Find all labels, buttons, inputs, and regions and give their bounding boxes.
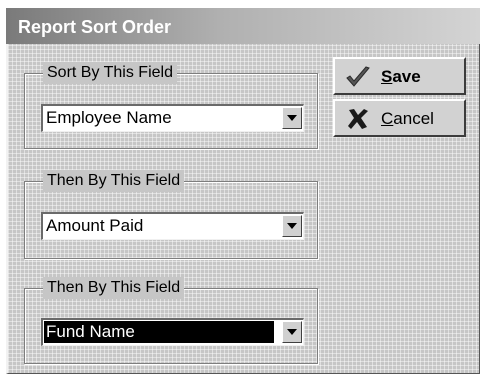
save-mnemonic: S (381, 67, 393, 86)
title-bar[interactable]: Report Sort Order (6, 8, 480, 44)
dropdown-arrow-button-3[interactable] (282, 321, 302, 343)
group-legend-1: Sort By This Field (43, 62, 177, 84)
sort-field-value-2: Amount Paid (46, 216, 144, 235)
cancel-button-label: Cancel (381, 109, 434, 129)
chevron-down-icon (287, 223, 297, 229)
chevron-down-icon (287, 115, 297, 121)
chevron-down-icon (287, 329, 297, 335)
sort-field-value-1: Employee Name (46, 108, 172, 127)
x-cancel-icon (348, 109, 368, 129)
save-button-label: Save (381, 67, 421, 87)
group-legend-2: Then By This Field (43, 170, 185, 192)
window-title: Report Sort Order (18, 17, 172, 37)
cancel-label-rest: ancel (393, 109, 434, 128)
sort-field-select-3[interactable]: Fund Name (41, 318, 304, 346)
sort-field-select-2[interactable]: Amount Paid (41, 212, 304, 240)
cancel-mnemonic: C (381, 109, 394, 128)
checkmark-icon (346, 66, 370, 87)
sort-field-value-3: Fund Name (44, 321, 274, 343)
dropdown-arrow-button-2[interactable] (282, 215, 302, 237)
save-button[interactable]: Save (333, 57, 466, 95)
cancel-button[interactable]: Cancel (333, 99, 466, 137)
save-label-rest: ave (392, 67, 421, 86)
sort-field-select-1[interactable]: Employee Name (41, 104, 304, 132)
dropdown-arrow-button-1[interactable] (282, 107, 302, 129)
group-legend-3: Then By This Field (43, 277, 185, 299)
